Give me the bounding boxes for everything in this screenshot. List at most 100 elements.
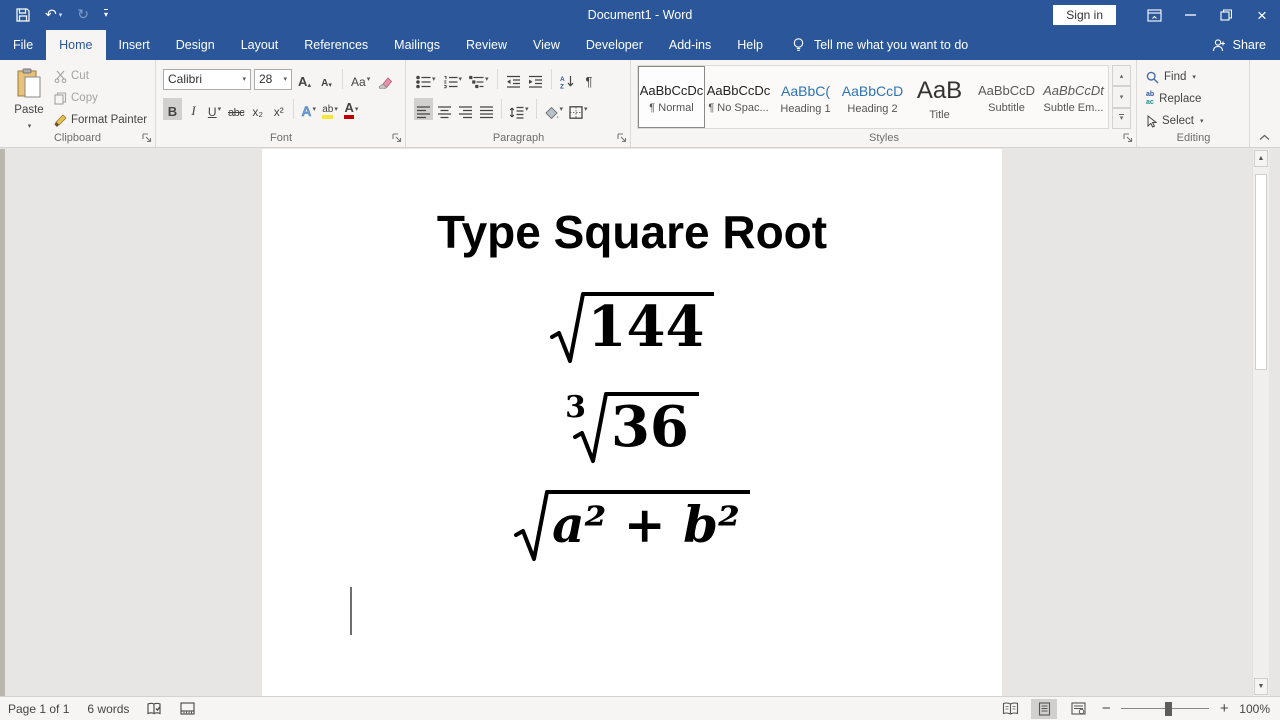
sort-button[interactable]: AZ (558, 68, 577, 90)
proofing-icon[interactable] (147, 702, 162, 716)
clear-formatting-button[interactable] (375, 68, 394, 90)
scroll-down-button[interactable]: ▼ (1254, 678, 1268, 695)
paste-button[interactable]: Paste ▾ (8, 66, 50, 132)
page-indicator[interactable]: Page 1 of 1 (8, 702, 69, 716)
highlight-color-button[interactable]: ab ▾ (320, 98, 340, 120)
print-layout-button[interactable] (1031, 698, 1058, 719)
font-name-combo[interactable]: Calibri ▾ (163, 68, 251, 90)
numbering-button[interactable]: ▾ (441, 68, 465, 90)
bold-button[interactable]: B (163, 98, 182, 120)
subscript-button[interactable]: x₂ (248, 98, 267, 120)
select-dropdown-icon[interactable]: ▾ (1200, 117, 1204, 125)
tab-help[interactable]: Help (724, 30, 776, 60)
line-spacing-button[interactable]: ▾ (507, 98, 531, 120)
document-page[interactable]: Type Square Root 144 3 36 a² + b² (262, 149, 1002, 696)
find-dropdown-icon[interactable]: ▾ (1192, 73, 1196, 81)
tab-mailings[interactable]: Mailings (381, 30, 453, 60)
align-center-button[interactable] (435, 98, 454, 120)
italic-button[interactable]: I (184, 98, 203, 120)
borders-dropdown-icon[interactable]: ▾ (584, 105, 588, 113)
style-heading-1[interactable]: AaBbC( Heading 1 (772, 66, 839, 128)
style-heading-2[interactable]: AaBbCcD Heading 2 (839, 66, 906, 128)
replace-button[interactable]: ab ac Replace (1146, 89, 1201, 109)
styles-more-button[interactable]: ▾ (1112, 107, 1131, 129)
justify-button[interactable] (477, 98, 496, 120)
align-right-button[interactable] (456, 98, 475, 120)
redo-button[interactable]: ↻ (77, 8, 89, 22)
restore-button[interactable] (1208, 0, 1244, 30)
font-dialog-launcher[interactable] (392, 133, 402, 143)
tab-file[interactable]: File (0, 30, 46, 60)
shrink-font-button[interactable]: A ▾ (317, 68, 336, 90)
scrollbar-thumb[interactable] (1255, 174, 1267, 370)
tell-me-box[interactable]: Tell me what you want to do (792, 30, 968, 60)
style-subtitle[interactable]: AaBbCcD Subtitle (973, 66, 1040, 128)
macro-icon[interactable] (180, 702, 195, 715)
undo-dropdown-icon[interactable]: ▾ (59, 12, 63, 19)
grow-font-button[interactable]: A ▴ (295, 68, 314, 90)
save-button[interactable] (16, 8, 30, 22)
clipboard-dialog-launcher[interactable] (142, 133, 152, 143)
font-color-button[interactable]: A ▾ (342, 98, 361, 120)
bullets-dropdown-icon[interactable]: ▾ (432, 75, 436, 83)
find-button[interactable]: Find ▾ (1146, 67, 1196, 87)
copy-button[interactable]: Copy (52, 88, 149, 108)
collapse-ribbon-button[interactable] (1259, 134, 1270, 141)
ribbon-display-options-button[interactable] (1136, 0, 1172, 30)
font-color-dropdown-icon[interactable]: ▾ (355, 105, 359, 113)
font-size-combo[interactable]: 28 ▾ (254, 68, 292, 90)
tab-design[interactable]: Design (163, 30, 228, 60)
cut-button[interactable]: Cut (52, 66, 149, 86)
undo-button[interactable]: ↶ ▾ (45, 8, 62, 22)
tab-view[interactable]: View (520, 30, 573, 60)
read-mode-button[interactable] (997, 699, 1023, 719)
borders-button[interactable]: ▾ (567, 98, 590, 120)
show-marks-button[interactable]: ¶ (580, 68, 599, 90)
zoom-slider-thumb[interactable] (1165, 701, 1173, 716)
word-count[interactable]: 6 words (87, 702, 129, 716)
decrease-indent-button[interactable] (504, 68, 523, 90)
minimize-button[interactable] (1172, 0, 1208, 30)
underline-button[interactable]: U ▾ (205, 98, 224, 120)
paragraph-dialog-launcher[interactable] (617, 133, 627, 143)
tab-home[interactable]: Home (46, 30, 106, 60)
tab-layout[interactable]: Layout (228, 30, 292, 60)
share-button[interactable]: Share (1212, 30, 1266, 60)
tab-add-ins[interactable]: Add-ins (656, 30, 724, 60)
styles-scroll-up-button[interactable]: ▴ (1112, 65, 1131, 87)
shading-button[interactable]: ▾ (542, 98, 566, 120)
web-layout-button[interactable] (1065, 699, 1091, 719)
styles-scroll-down-button[interactable]: ▾ (1112, 86, 1131, 108)
paste-dropdown-icon[interactable]: ▾ (28, 122, 32, 130)
shading-dropdown-icon[interactable]: ▾ (560, 105, 564, 113)
increase-indent-button[interactable] (526, 68, 545, 90)
close-button[interactable]: × (1244, 0, 1280, 30)
strikethrough-button[interactable]: abc (226, 98, 246, 120)
underline-dropdown-icon[interactable]: ▾ (218, 105, 222, 113)
zoom-in-button[interactable]: + (1217, 700, 1231, 717)
style-normal[interactable]: AaBbCcDc ¶ Normal (638, 66, 705, 128)
style-title[interactable]: AaB Title (906, 66, 973, 128)
tab-insert[interactable]: Insert (106, 30, 163, 60)
zoom-level[interactable]: 100% (1239, 702, 1270, 716)
change-case-button[interactable]: Aa ▾ (349, 68, 372, 90)
select-button[interactable]: Select ▾ (1146, 111, 1203, 131)
text-effects-button[interactable]: A ▾ (299, 98, 318, 120)
sign-in-button[interactable]: Sign in (1053, 5, 1116, 25)
tab-review[interactable]: Review (453, 30, 520, 60)
tab-references[interactable]: References (291, 30, 381, 60)
line-spacing-dropdown-icon[interactable]: ▾ (525, 105, 529, 113)
highlight-dropdown-icon[interactable]: ▾ (334, 105, 338, 113)
scroll-up-button[interactable]: ▲ (1254, 150, 1268, 167)
tab-developer[interactable]: Developer (573, 30, 656, 60)
zoom-out-button[interactable]: − (1099, 700, 1113, 717)
zoom-slider[interactable] (1121, 699, 1210, 719)
style-no-spacing[interactable]: AaBbCcDc ¶ No Spac... (705, 66, 772, 128)
numbering-dropdown-icon[interactable]: ▾ (459, 75, 463, 83)
vertical-scrollbar[interactable]: ▲ ▼ (1252, 149, 1269, 696)
superscript-button[interactable]: x² (269, 98, 288, 120)
format-painter-button[interactable]: Format Painter (52, 110, 149, 130)
align-left-button[interactable] (414, 98, 433, 120)
multilevel-dropdown-icon[interactable]: ▾ (485, 75, 489, 83)
styles-dialog-launcher[interactable] (1123, 133, 1133, 143)
